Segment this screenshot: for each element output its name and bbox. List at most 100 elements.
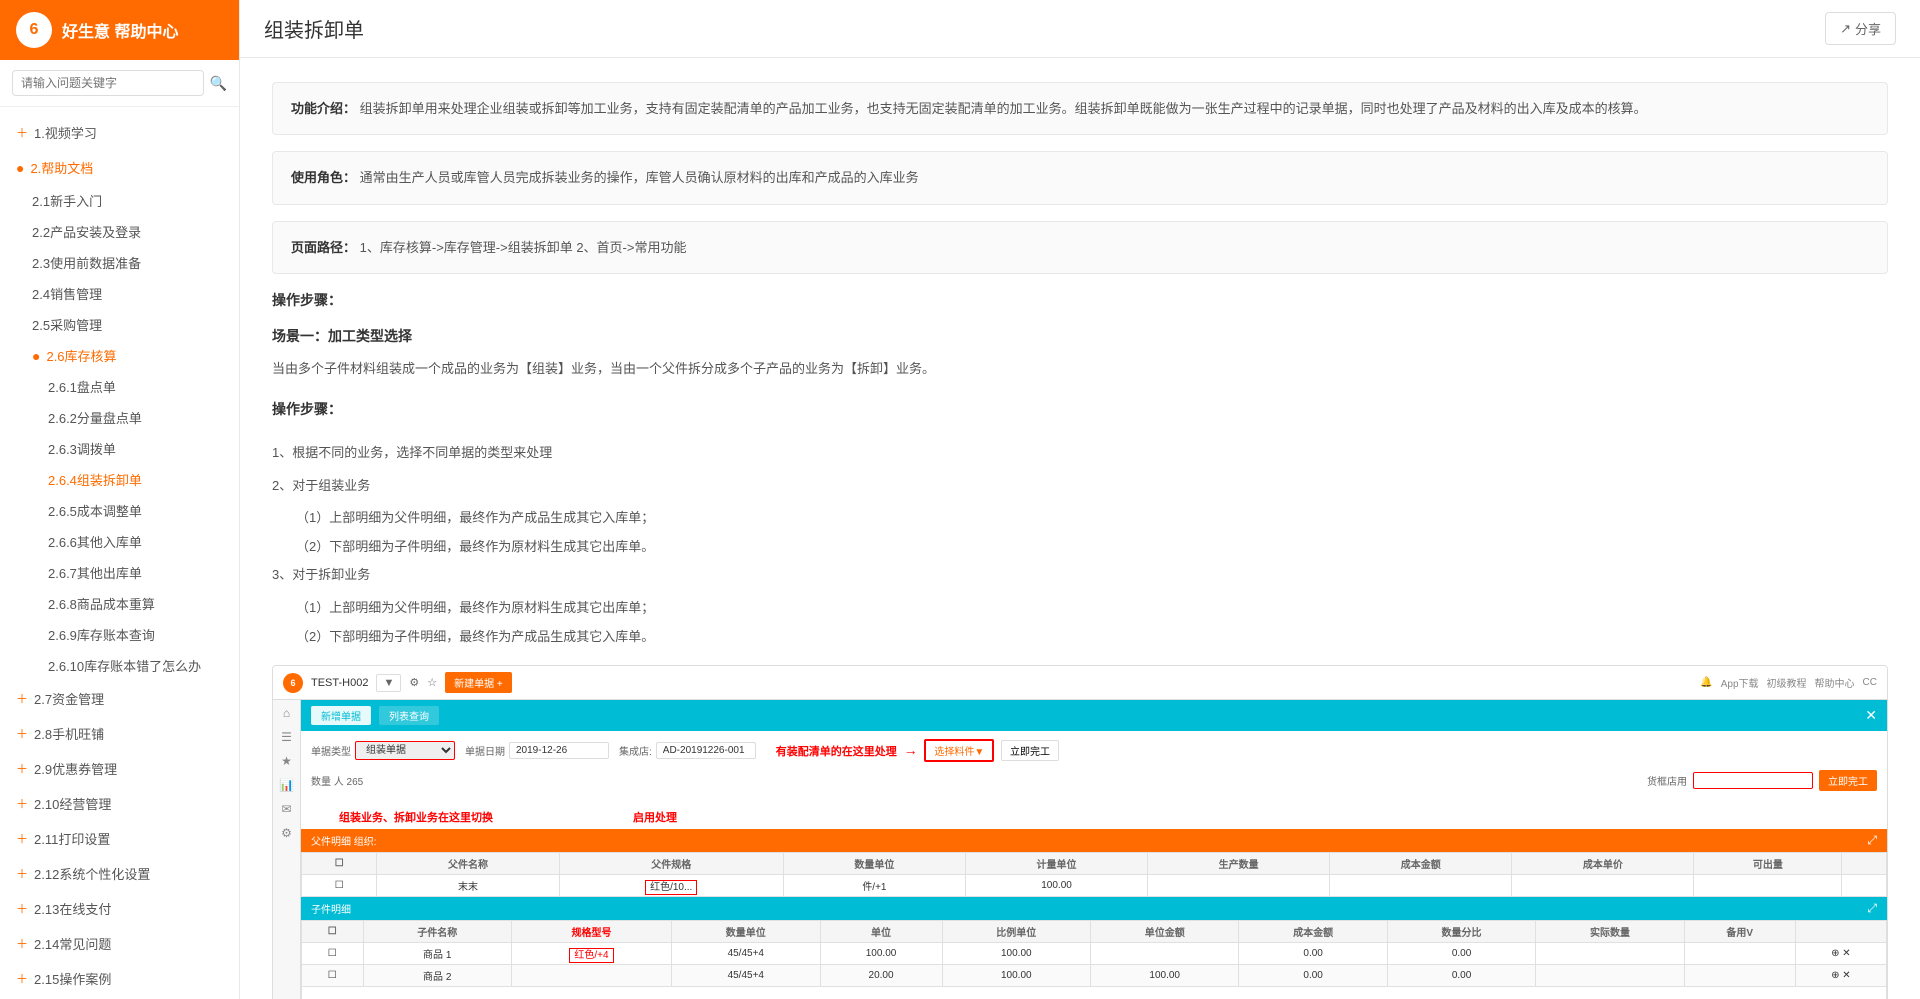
arrow-right-icon: → — [904, 742, 918, 758]
app-close-btn[interactable]: ✕ — [1865, 707, 1877, 724]
app-new-order-btn[interactable]: 新建单据 + — [445, 672, 512, 693]
app-confirm-btn[interactable]: 立即完工 — [1819, 770, 1877, 791]
app-lower-th-check: ☐ — [302, 921, 364, 943]
nav-item-212: ＋ 2.12系统个性化设置 — [0, 856, 239, 891]
nav-parent-214[interactable]: ＋ 2.14常见问题 — [0, 926, 239, 961]
func-intro-box: 功能介绍： 组装拆卸单用来处理企业组装或拆卸等加工业务，支持有固定装配清单的产品… — [272, 82, 1888, 135]
app-upper-td-cost — [1330, 875, 1512, 897]
app-field-date-label: 单据日期 — [465, 743, 505, 758]
app-lower-td-bak-1 — [1684, 943, 1795, 965]
app-download-link[interactable]: App下载 — [1721, 675, 1759, 690]
app-select-material-btn[interactable]: 选择料件▼ — [924, 739, 994, 762]
nav-parent-26[interactable]: ● 2.6库存核算 — [0, 340, 239, 371]
app-user-icon[interactable]: CC — [1863, 677, 1877, 688]
nav-child-265[interactable]: 2.6.5成本调整单 — [0, 495, 239, 526]
app-lower-td-aqty-1 — [1536, 943, 1684, 965]
nav-parent-video[interactable]: ＋ 1.视频学习 — [0, 115, 239, 150]
app-upper-section-expand[interactable]: ⤢ — [1867, 833, 1877, 848]
app-notification-icon: 🔔 — [1700, 677, 1712, 688]
app-dropdown[interactable]: ▼ — [376, 674, 401, 692]
nav-child-22[interactable]: 2.2产品安装及登录 — [0, 216, 239, 247]
nav-child-261[interactable]: 2.6.1盘点单 — [0, 371, 239, 402]
app-finish-btn[interactable]: 立即完工 — [1001, 740, 1059, 761]
nav-parent-27[interactable]: ＋ 2.7资金管理 — [0, 681, 239, 716]
nav-child-24[interactable]: 2.4销售管理 — [0, 278, 239, 309]
app-main: 新增单据 列表查询 ✕ 单据类型 组装单据 — [301, 700, 1887, 999]
app-tutorial-link[interactable]: 初级教程 — [1767, 675, 1807, 690]
app-lower-td-op-1: ⊕ ✕ — [1795, 943, 1886, 965]
nav-child-23[interactable]: 2.3使用前数据准备 — [0, 247, 239, 278]
app-side-icon-gear[interactable]: ⚙ — [281, 826, 292, 840]
app-tab-new[interactable]: 新增单据 — [311, 706, 371, 725]
nav-item-214: ＋ 2.14常见问题 — [0, 926, 239, 961]
nav-parent-215[interactable]: ＋ 2.15操作案例 — [0, 961, 239, 996]
nav-parent-212[interactable]: ＋ 2.12系统个性化设置 — [0, 856, 239, 891]
nav-parent-docs[interactable]: ● 2.帮助文档 — [0, 150, 239, 185]
app-upper-th-op — [1842, 853, 1887, 875]
app-lower-th-unit-cost: 单位金额 — [1091, 921, 1239, 943]
app-form-row1: 单据类型 组装单据 单据日期 集成店: — [311, 739, 1877, 762]
main-content: 组装拆卸单 ↗ 分享 功能介绍： 组装拆卸单用来处理企业组装或拆卸等加工业务，支… — [240, 0, 1920, 999]
app-upper-td-avail — [1694, 875, 1842, 897]
nav-child-267[interactable]: 2.6.7其他出库单 — [0, 557, 239, 588]
app-store-label: 货框店用 — [1647, 773, 1687, 788]
app-lower-section-label: 子件明细 — [311, 901, 351, 916]
app-side-icon-home[interactable]: ⌂ — [283, 706, 290, 720]
nav-child-266[interactable]: 2.6.6其他入库单 — [0, 526, 239, 557]
app-lower-td-cost-1: 0.00 — [1239, 943, 1387, 965]
topbar: 组装拆卸单 ↗ 分享 — [240, 0, 1920, 58]
expand-215-icon: ＋ — [16, 970, 28, 987]
app-upper-th-price: 成本单价 — [1512, 853, 1694, 875]
app-field-date-input[interactable] — [509, 742, 609, 759]
app-side-icon-chart[interactable]: 📊 — [279, 778, 294, 792]
app-lower-th-qty-ratio: 数量分比 — [1387, 921, 1535, 943]
app-lower-td-check-2[interactable]: ☐ — [302, 965, 364, 987]
nav-child-262[interactable]: 2.6.2分量盘点单 — [0, 402, 239, 433]
nav-item-docs: ● 2.帮助文档 2.1新手入门 2.2产品安装及登录 2.3使用前数据准备 2… — [0, 150, 239, 681]
app-field-type-label: 单据类型 — [311, 743, 351, 758]
nav-child-263[interactable]: 2.6.3调拨单 — [0, 433, 239, 464]
nav-child-264[interactable]: 2.6.4组装拆卸单 — [0, 464, 239, 495]
app-field-type: 单据类型 组装单据 — [311, 741, 455, 760]
app-field-date: 单据日期 — [465, 742, 609, 759]
app-lower-th-op — [1795, 921, 1886, 943]
expand-213-icon: ＋ — [16, 900, 28, 917]
table-row — [302, 987, 1887, 999]
app-field-id-input[interactable] — [656, 742, 756, 759]
app-lower-td-name-2: 商品 2 — [363, 965, 511, 987]
nav-parent-211[interactable]: ＋ 2.11打印设置 — [0, 821, 239, 856]
app-field-type-select[interactable]: 组装单据 — [355, 741, 455, 760]
nav-children-26: 2.6.1盘点单 2.6.2分量盘点单 2.6.3调拨单 2.6.4组装拆卸单 … — [0, 371, 239, 681]
nav-child-2610[interactable]: 2.6.10库存账本错了怎么办 — [0, 650, 239, 681]
share-icon: ↗ — [1840, 21, 1851, 37]
app-help-link[interactable]: 帮助中心 — [1815, 675, 1855, 690]
share-button[interactable]: ↗ 分享 — [1825, 12, 1896, 45]
search-input[interactable] — [12, 70, 204, 96]
nav-child-269[interactable]: 2.6.9库存账本查询 — [0, 619, 239, 650]
sidebar: 6 好生意 帮助中心 🔍 ＋ 1.视频学习 ● 2.帮助文档 2.1新手入门 2… — [0, 0, 240, 999]
app-lower-section-header: 子件明细 ⤢ — [301, 897, 1887, 920]
nav-item-28: ＋ 2.8手机旺铺 — [0, 716, 239, 751]
app-side-icon-mail[interactable]: ✉ — [281, 802, 291, 816]
app-side-icon-star[interactable]: ★ — [281, 754, 292, 768]
app-store-input[interactable] — [1693, 772, 1813, 789]
app-lower-td-op-2: ⊕ ✕ — [1795, 965, 1886, 987]
app-tab-list[interactable]: 列表查询 — [379, 706, 439, 725]
step2: 2、对于组装业务 — [272, 472, 1888, 501]
nav-child-21[interactable]: 2.1新手入门 — [0, 185, 239, 216]
nav-child-268[interactable]: 2.6.8商品成本重算 — [0, 588, 239, 619]
nav-parent-213[interactable]: ＋ 2.13在线支付 — [0, 891, 239, 926]
app-lower-td-check-1[interactable]: ☐ — [302, 943, 364, 965]
nav-child-25[interactable]: 2.5采购管理 — [0, 309, 239, 340]
app-upper-th-qty: 生产数量 — [1148, 853, 1330, 875]
search-icon[interactable]: 🔍 — [210, 75, 227, 92]
app-upper-td-measure: 100.00 — [965, 875, 1147, 897]
ops-title: 操作步骤： — [272, 290, 1888, 310]
app-lower-section-expand[interactable]: ⤢ — [1867, 901, 1877, 916]
app-upper-td-check[interactable]: ☐ — [302, 875, 377, 897]
nav-parent-28[interactable]: ＋ 2.8手机旺铺 — [0, 716, 239, 751]
nav-parent-210[interactable]: ＋ 2.10经营管理 — [0, 786, 239, 821]
app-side-icon-list[interactable]: ☰ — [281, 730, 292, 744]
app-bookmark-icon: ☆ — [427, 676, 437, 689]
nav-parent-29[interactable]: ＋ 2.9优惠券管理 — [0, 751, 239, 786]
